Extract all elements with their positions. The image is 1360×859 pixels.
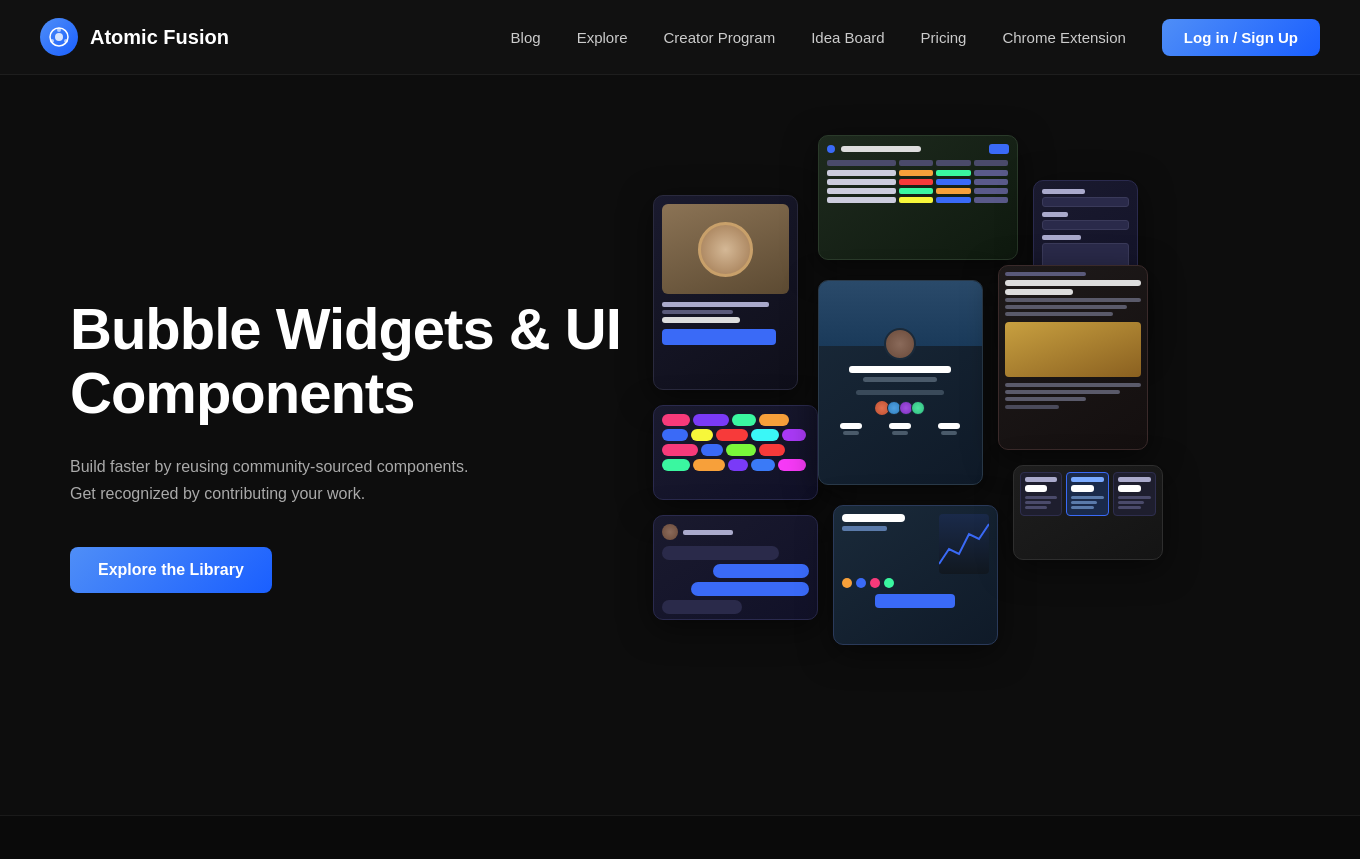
screenshot-project <box>818 135 1018 260</box>
logo-icon <box>40 18 78 56</box>
nav-pricing[interactable]: Pricing <box>921 29 967 46</box>
pricing-card-3 <box>1113 472 1156 516</box>
screenshot-watch <box>653 195 798 390</box>
explore-library-button[interactable]: Explore the Library <box>70 547 272 593</box>
svg-point-3 <box>64 39 68 43</box>
screenshot-profile <box>818 280 983 485</box>
nav-explore[interactable]: Explore <box>577 29 628 46</box>
svg-point-1 <box>55 33 63 41</box>
nav-chrome-extension[interactable]: Chrome Extension <box>1002 29 1125 46</box>
screenshot-pricing <box>1013 465 1163 560</box>
nav-links: Blog Explore Creator Program Idea Board … <box>511 19 1320 56</box>
navbar: Atomic Fusion Blog Explore Creator Progr… <box>0 0 1360 75</box>
pricing-card-featured <box>1066 472 1109 516</box>
hero-title: Bubble Widgets & UI Components <box>70 297 633 425</box>
hero-visuals <box>653 135 1321 755</box>
profile-avatar <box>884 328 916 360</box>
logo-container[interactable]: Atomic Fusion <box>40 18 229 56</box>
svg-point-2 <box>57 28 61 32</box>
nav-blog[interactable]: Blog <box>511 29 541 46</box>
hero-content: Bubble Widgets & UI Components Build fas… <box>70 297 633 593</box>
bottom-cta-section: Get the Chrome Extension <box>0 815 1360 859</box>
nav-idea-board[interactable]: Idea Board <box>811 29 884 46</box>
hero-description: Build faster by reusing community-source… <box>70 453 633 507</box>
login-signup-button[interactable]: Log in / Sign Up <box>1162 19 1320 56</box>
svg-point-4 <box>50 39 54 43</box>
hero-section: Bubble Widgets & UI Components Build fas… <box>0 75 1360 815</box>
screenshot-tags <box>653 405 818 500</box>
pricing-card-1 <box>1020 472 1063 516</box>
screenshot-crypto <box>833 505 998 645</box>
watch-image <box>698 222 753 277</box>
screenshot-chat <box>653 515 818 620</box>
screenshot-blog <box>998 265 1148 450</box>
nav-creator-program[interactable]: Creator Program <box>663 29 775 46</box>
brand-name: Atomic Fusion <box>90 26 229 49</box>
